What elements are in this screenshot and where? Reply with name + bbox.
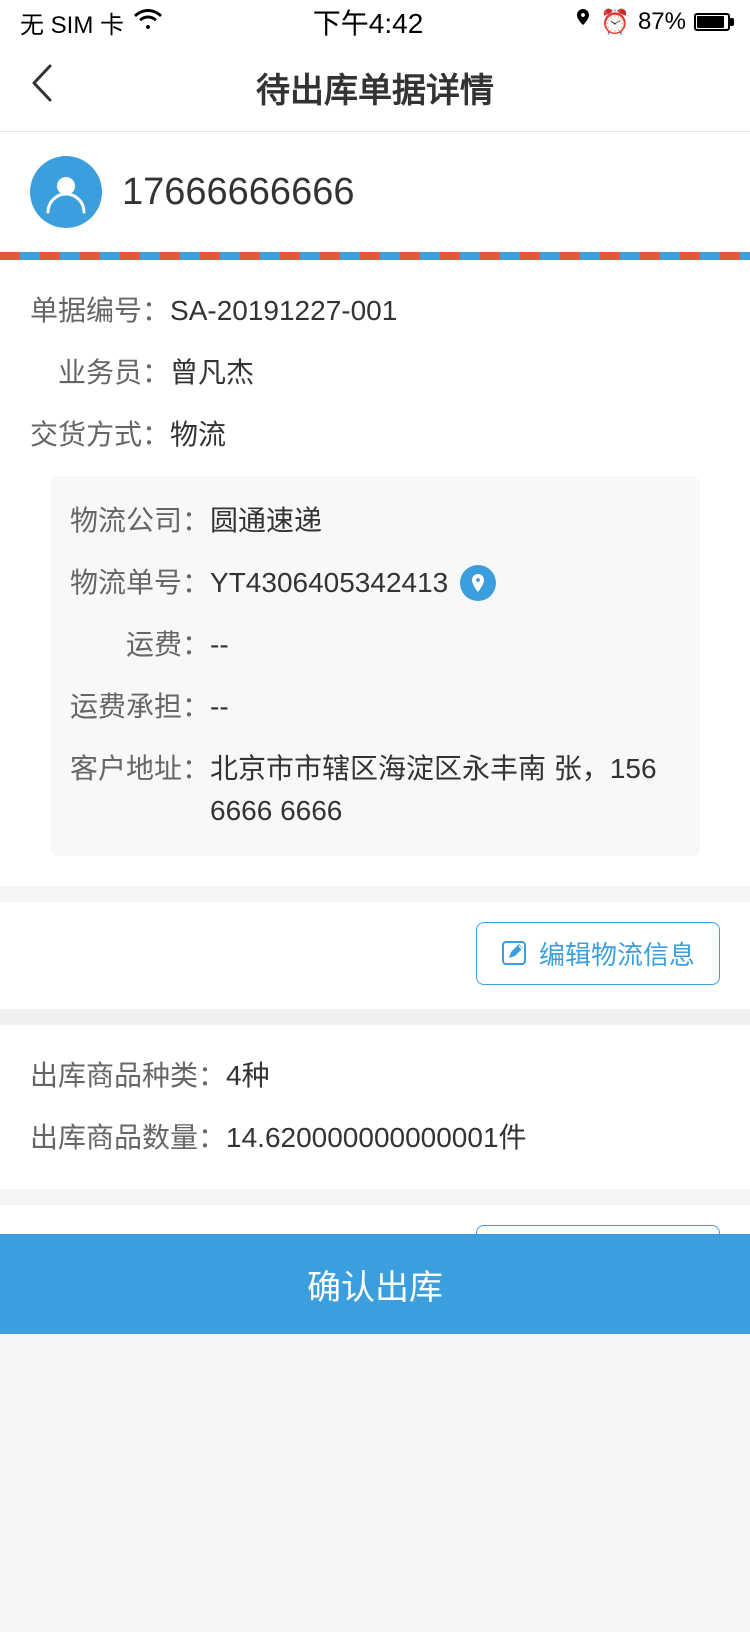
logistics-tracking-row: 物流单号： YT4306405342413 <box>70 562 680 604</box>
goods-type-value: 4种 <box>226 1055 720 1097</box>
staff-label: 业务员： <box>30 352 170 394</box>
status-time: 下午4:42 <box>313 2 424 42</box>
sim-text: 无 SIM 卡 <box>20 5 124 40</box>
battery-text: 87% <box>638 8 686 36</box>
logistics-tracking-value: YT4306405342413 <box>210 562 496 604</box>
confirm-button-label: 确认出库 <box>307 1260 443 1309</box>
staff-row: 业务员： 曾凡杰 <box>30 352 720 394</box>
freight-bear-row: 运费承担： -- <box>70 686 680 728</box>
edit-logistics-row: 编辑物流信息 <box>0 902 750 1009</box>
logistics-company-row: 物流公司： 圆通速递 <box>70 500 680 542</box>
map-location-icon[interactable] <box>460 565 496 601</box>
content: 17666666666 单据编号： SA-20191227-001 业务员： 曾… <box>0 132 750 1632</box>
bottom-spacer <box>0 1312 750 1512</box>
document-number-row: 单据编号： SA-20191227-001 <box>30 290 720 332</box>
status-right: ⏰ 87% <box>574 8 730 37</box>
section-divider <box>0 1009 750 1025</box>
confirm-button[interactable]: 确认出库 <box>0 1234 750 1334</box>
dashed-separator <box>0 252 750 260</box>
goods-quantity-label: 出库商品数量： <box>30 1117 226 1159</box>
edit-logistics-label: 编辑物流信息 <box>539 935 695 972</box>
customer-address-label: 客户地址： <box>70 748 210 790</box>
avatar <box>30 156 102 228</box>
logistics-company-label: 物流公司： <box>70 500 210 542</box>
customer-address-row: 客户地址： 北京市市辖区海淀区永丰南 张，156 6666 6666 <box>70 748 680 832</box>
page-title: 待出库单据详情 <box>256 63 494 112</box>
freight-bear-value: -- <box>210 686 680 728</box>
goods-quantity-value: 14.620000000000001件 <box>226 1117 720 1159</box>
customer-address-value: 北京市市辖区海淀区永丰南 张，156 6666 6666 <box>210 748 680 832</box>
location-service-icon <box>574 8 592 36</box>
back-button[interactable] <box>30 64 52 111</box>
document-number-value: SA-20191227-001 <box>170 290 720 332</box>
logistics-tracking-label: 物流单号： <box>70 562 210 604</box>
nav-bar: 待出库单据详情 <box>0 44 750 132</box>
goods-quantity-row: 出库商品数量： 14.620000000000001件 <box>30 1117 720 1159</box>
document-number-label: 单据编号： <box>30 290 170 332</box>
edit-logistics-button[interactable]: 编辑物流信息 <box>476 922 720 985</box>
alarm-icon: ⏰ <box>600 8 630 37</box>
user-phone: 17666666666 <box>122 171 354 214</box>
goods-type-row: 出库商品种类： 4种 <box>30 1055 720 1097</box>
freight-label: 运费： <box>70 624 210 666</box>
goods-type-label: 出库商品种类： <box>30 1055 226 1097</box>
logistics-card: 物流公司： 圆通速递 物流单号： YT4306405342413 运费： -- <box>50 476 700 856</box>
logistics-company-value: 圆通速递 <box>210 500 680 542</box>
document-info-section: 单据编号： SA-20191227-001 业务员： 曾凡杰 交货方式： 物流 … <box>0 260 750 886</box>
freight-value: -- <box>210 624 680 666</box>
battery-icon <box>694 13 730 31</box>
delivery-label: 交货方式： <box>30 414 170 456</box>
wifi-icon <box>134 9 162 35</box>
staff-value: 曾凡杰 <box>170 352 720 394</box>
goods-section: 出库商品种类： 4种 出库商品数量： 14.620000000000001件 <box>0 1025 750 1189</box>
delivery-row: 交货方式： 物流 <box>30 414 720 456</box>
edit-icon <box>501 940 529 968</box>
status-left: 无 SIM 卡 <box>20 5 162 40</box>
status-bar: 无 SIM 卡 下午4:42 ⏰ 87% <box>0 0 750 44</box>
delivery-value: 物流 <box>170 414 720 456</box>
freight-bear-label: 运费承担： <box>70 686 210 728</box>
user-header: 17666666666 <box>0 132 750 252</box>
freight-row: 运费： -- <box>70 624 680 666</box>
